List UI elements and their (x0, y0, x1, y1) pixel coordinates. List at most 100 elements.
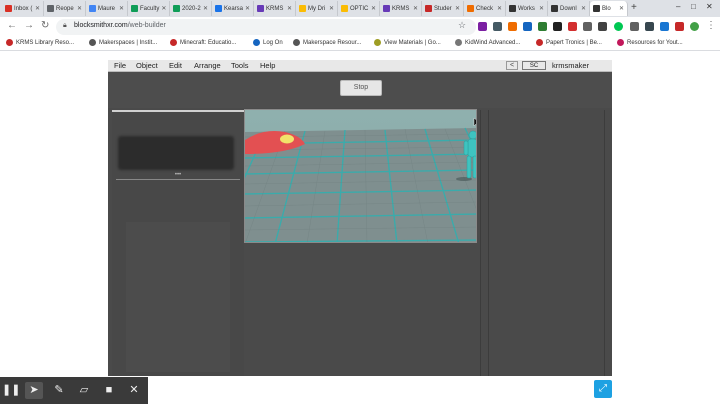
menu-help[interactable]: Help (260, 61, 275, 70)
extension-icon[interactable] (675, 22, 684, 31)
share-icon[interactable]: < (506, 61, 518, 70)
close-icon[interactable]: ✕ (579, 5, 586, 12)
close-icon[interactable]: ✕ (33, 5, 40, 12)
thumbnail-more-handle[interactable]: ••• (116, 172, 240, 180)
tab-download[interactable]: Downl ✕ (548, 1, 590, 16)
bookmark-icon (374, 39, 381, 46)
menu-bar: File Object Edit Arrange Tools Help < SC… (108, 60, 612, 72)
tab-sheets[interactable]: Faculty ✕ (128, 1, 170, 16)
extension-icon[interactable] (523, 22, 532, 31)
menu-tools[interactable]: Tools (231, 61, 249, 70)
panel-divider (488, 110, 489, 376)
bookmark-item[interactable]: Minecraft: Educatio... (170, 39, 236, 46)
bookmark-icon (89, 39, 96, 46)
close-icon[interactable]: ✕ (285, 5, 292, 12)
bookmark-star-icon[interactable]: ☆ (458, 20, 466, 31)
menu-arrange[interactable]: Arrange (194, 61, 221, 70)
tab-optic[interactable]: OPTIC ✕ (338, 1, 380, 16)
extension-icon[interactable] (660, 22, 669, 31)
tab-inbox[interactable]: Inbox (✕ (2, 1, 44, 16)
pause-icon[interactable]: ❚❚ (2, 382, 20, 399)
tab-label: Works (518, 5, 535, 12)
tab-blocksmith-active[interactable]: Blo ✕ (590, 1, 628, 16)
tab-label: My Dri (308, 5, 326, 12)
scene-thumbnail[interactable] (118, 136, 234, 170)
close-icon[interactable]: ✕ (411, 5, 418, 12)
bookmark-item[interactable]: Makerspaces | Instit... (89, 39, 157, 46)
menu-object[interactable]: Object (136, 61, 158, 70)
extension-icon[interactable] (508, 22, 517, 31)
close-icon[interactable]: ✕ (453, 5, 460, 12)
tab-student[interactable]: Studer ✕ (422, 1, 464, 16)
bookmark-item[interactable]: Resources for Yout... (617, 39, 683, 46)
stop-button[interactable]: Stop (340, 80, 382, 96)
pen-icon[interactable]: ✎ (50, 382, 68, 399)
bookmark-item[interactable]: Makerspace Resour... (293, 39, 361, 46)
username[interactable]: krmsmaker (552, 61, 589, 70)
close-icon[interactable]: ✕ (125, 382, 143, 399)
tab-check[interactable]: Check ✕ (464, 1, 506, 16)
extension-icon[interactable] (583, 22, 592, 31)
extension-icon[interactable] (598, 22, 607, 31)
bookmark-item[interactable]: KRMS Library Reso... (6, 39, 74, 46)
camera-icon[interactable]: ■ (100, 382, 118, 399)
back-arrow-icon[interactable]: ← (7, 20, 17, 31)
tab-label: Kearsa (224, 5, 244, 12)
tab-krms-2[interactable]: KRMS ✕ (380, 1, 422, 16)
tab-kearsarge[interactable]: Kearsa ✕ (212, 1, 254, 16)
close-icon[interactable]: ✕ (327, 5, 334, 12)
close-icon[interactable]: ✕ (159, 5, 166, 12)
tab-sheets-2020[interactable]: 2020-2 ✕ (170, 1, 212, 16)
bookmark-item[interactable]: View Materials | Go... (374, 39, 441, 46)
extension-icon[interactable] (645, 22, 654, 31)
tab-label: KRMS (392, 5, 410, 12)
tab-docs[interactable]: Maure ✕ (86, 1, 128, 16)
bookmark-item[interactable]: Papert Tronics | Be... (536, 39, 602, 46)
close-icon[interactable]: ✕ (617, 5, 624, 12)
bookmark-icon (6, 39, 13, 46)
extension-icon[interactable] (690, 22, 699, 31)
close-icon[interactable]: ✕ (201, 5, 208, 12)
recorder-toolbar: ❚❚ ➤ ✎ ▱ ■ ✕ (0, 377, 148, 404)
extension-icon[interactable] (553, 22, 562, 31)
tab-workspace[interactable]: Works ✕ (506, 1, 548, 16)
kebab-menu-icon[interactable]: ⋮ (706, 20, 716, 31)
user-initials-badge[interactable]: SC (522, 61, 546, 70)
scene-viewport[interactable] (244, 109, 477, 243)
extension-icon[interactable] (493, 22, 502, 31)
tab-krms[interactable]: KRMS ✕ (254, 1, 296, 16)
bookmark-icon (617, 39, 624, 46)
maximize-button[interactable]: □ (691, 2, 696, 11)
close-icon[interactable]: ✕ (495, 5, 502, 12)
extension-icon[interactable] (478, 22, 487, 31)
expand-icon[interactable]: ⤢ (594, 380, 612, 398)
close-window-button[interactable]: ✕ (706, 2, 713, 11)
scene-render (245, 110, 476, 242)
bookmark-item[interactable]: KidWind Advanced... (455, 39, 520, 46)
address-bar[interactable]: 🔒︎ blocksmithxr.com/web-builder (56, 19, 476, 35)
close-icon[interactable]: ✕ (243, 5, 250, 12)
sheets-icon (131, 5, 138, 12)
close-icon[interactable]: ✕ (537, 5, 544, 12)
close-icon[interactable]: ✕ (117, 5, 124, 12)
close-icon[interactable]: ✕ (369, 5, 376, 12)
extension-icon[interactable] (538, 22, 547, 31)
yellow-dome[interactable] (280, 134, 294, 144)
close-icon[interactable]: ✕ (75, 5, 82, 12)
extension-icon[interactable] (614, 22, 623, 31)
tab-drive[interactable]: My Dri ✕ (296, 1, 338, 16)
pointer-icon[interactable]: ➤ (25, 382, 43, 399)
menu-file[interactable]: File (114, 61, 126, 70)
left-panel: ••• (112, 110, 244, 376)
forward-arrow-icon[interactable]: → (24, 20, 34, 31)
highlighter-icon[interactable]: ▱ (75, 382, 93, 399)
reload-icon[interactable]: ↻ (41, 20, 49, 31)
bookmark-item[interactable]: Log On (253, 39, 283, 46)
minimize-button[interactable]: – (676, 2, 680, 11)
sheets-icon (173, 5, 180, 12)
tab-reopen[interactable]: Reope ✕ (44, 1, 86, 16)
extension-icon[interactable] (568, 22, 577, 31)
extension-icon[interactable] (630, 22, 639, 31)
new-tab-button[interactable]: + (631, 2, 637, 13)
menu-edit[interactable]: Edit (169, 61, 182, 70)
